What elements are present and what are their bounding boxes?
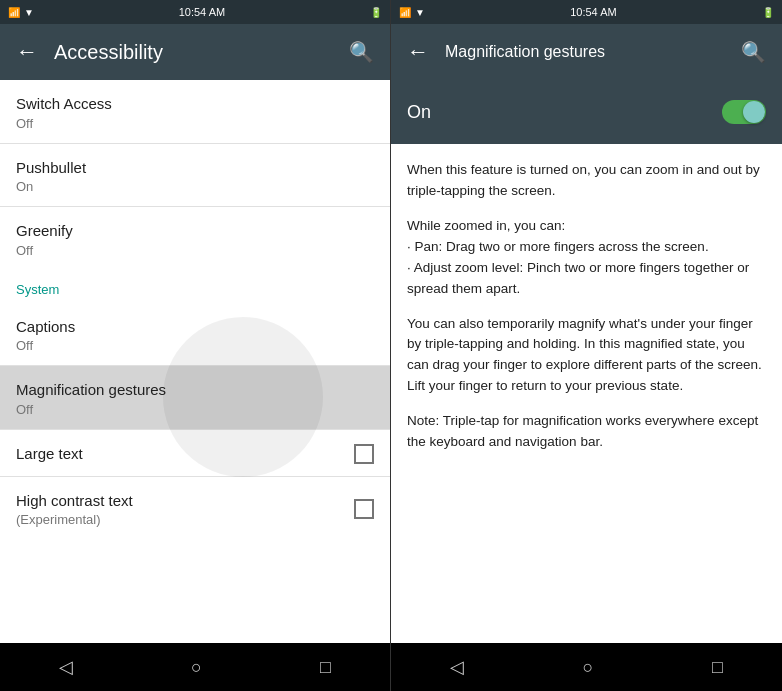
description-p1: When this feature is turned on, you can … — [407, 160, 766, 202]
right-status-right: 🔋 — [762, 7, 774, 18]
greenify-title: Greenify — [16, 221, 374, 241]
right-nav-recents[interactable]: □ — [712, 657, 723, 678]
description-p3: You can also temporarily magnify what's … — [407, 314, 766, 398]
magnification-title: Magnification gestures — [16, 380, 374, 400]
left-back-button[interactable]: ← — [16, 41, 38, 63]
right-toolbar-title: Magnification gestures — [445, 43, 725, 61]
pushbullet-subtitle: On — [16, 179, 374, 194]
left-toolbar-title: Accessibility — [54, 41, 333, 64]
list-item-greenify[interactable]: Greenify Off — [0, 207, 390, 270]
left-nav-bar: ◁ ○ □ — [0, 643, 390, 691]
right-back-button[interactable]: ← — [407, 41, 429, 63]
pushbullet-title: Pushbullet — [16, 158, 374, 178]
right-toolbar: ← Magnification gestures 🔍 — [391, 24, 782, 80]
toggle-label: On — [407, 102, 431, 123]
right-battery-icon: 🔋 — [762, 7, 774, 18]
right-signal-icon: 📶 — [399, 7, 411, 18]
left-nav-home[interactable]: ○ — [191, 657, 202, 678]
right-nav-bar: ◁ ○ □ — [391, 643, 782, 691]
left-nav-back[interactable]: ◁ — [59, 656, 73, 678]
list-item-magnification-gestures[interactable]: Magnification gestures Off — [0, 366, 390, 429]
left-panel: 📶 ▼ 10:54 AM 🔋 ← Accessibility 🔍 Switch … — [0, 0, 391, 691]
signal-icon: 📶 — [8, 7, 20, 18]
description-p2: While zoomed in, you can: · Pan: Drag tw… — [407, 216, 766, 300]
left-status-icons: 📶 ▼ — [8, 7, 34, 18]
description-area: When this feature is turned on, you can … — [391, 144, 782, 643]
toggle-knob — [743, 101, 765, 123]
toggle-switch[interactable] — [722, 100, 766, 124]
right-panel: 📶 ▼ 10:54 AM 🔋 ← Magnification gestures … — [391, 0, 782, 691]
left-status-time: 10:54 AM — [179, 6, 225, 18]
battery-icon: 🔋 — [370, 7, 382, 18]
high-contrast-checkbox[interactable] — [354, 499, 374, 519]
switch-access-title: Switch Access — [16, 94, 374, 114]
high-contrast-title: High contrast text — [16, 491, 133, 511]
left-status-right: 🔋 — [370, 7, 382, 18]
list-item-large-text[interactable]: Large text — [0, 430, 390, 476]
high-contrast-subtitle: (Experimental) — [16, 512, 133, 527]
left-search-button[interactable]: 🔍 — [349, 40, 374, 64]
magnification-subtitle: Off — [16, 402, 374, 417]
switch-access-subtitle: Off — [16, 116, 374, 131]
right-nav-back[interactable]: ◁ — [450, 656, 464, 678]
large-text-checkbox[interactable] — [354, 444, 374, 464]
right-wifi-icon: ▼ — [415, 7, 425, 18]
toggle-row: On — [391, 80, 782, 144]
right-status-bar: 📶 ▼ 10:54 AM 🔋 — [391, 0, 782, 24]
left-nav-recents[interactable]: □ — [320, 657, 331, 678]
left-status-bar: 📶 ▼ 10:54 AM 🔋 — [0, 0, 390, 24]
right-status-icons: 📶 ▼ — [399, 7, 425, 18]
list-item-pushbullet[interactable]: Pushbullet On — [0, 144, 390, 207]
wifi-icon: ▼ — [24, 7, 34, 18]
left-toolbar: ← Accessibility 🔍 — [0, 24, 390, 80]
list-item-high-contrast-text[interactable]: High contrast text (Experimental) — [0, 477, 390, 540]
description-p4: Note: Triple-tap for magnification works… — [407, 411, 766, 453]
system-section-header: System — [0, 270, 390, 303]
right-search-button[interactable]: 🔍 — [741, 40, 766, 64]
right-status-time: 10:54 AM — [570, 6, 616, 18]
greenify-subtitle: Off — [16, 243, 374, 258]
large-text-title: Large text — [16, 444, 83, 464]
right-nav-home[interactable]: ○ — [583, 657, 594, 678]
list-item-switch-access[interactable]: Switch Access Off — [0, 80, 390, 143]
